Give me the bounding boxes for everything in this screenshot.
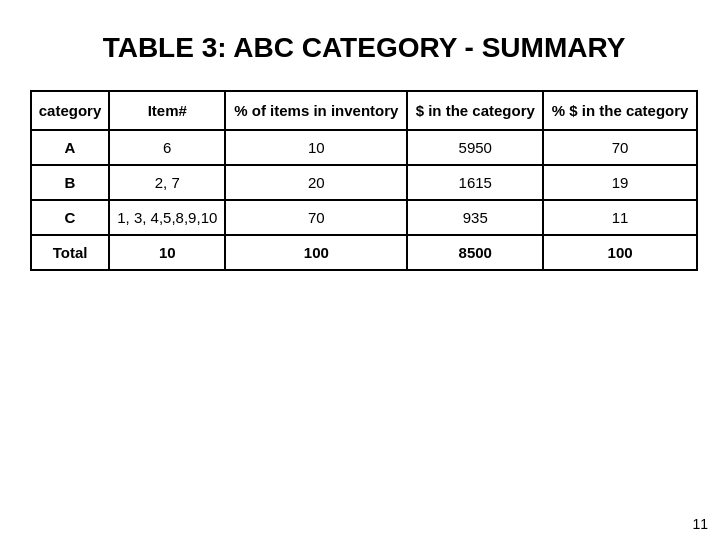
table-header-row: category Item# % of items in inventory $…	[31, 91, 697, 130]
cell-2-1: 1, 3, 4,5,8,9,10	[109, 200, 225, 235]
cell-1-4: 19	[543, 165, 697, 200]
table-row: C1, 3, 4,5,8,9,107093511	[31, 200, 697, 235]
cell-3-1: 10	[109, 235, 225, 270]
abc-category-table: category Item# % of items in inventory $…	[30, 90, 698, 271]
cell-0-1: 6	[109, 130, 225, 165]
header-category: category	[31, 91, 109, 130]
cell-0-0: A	[31, 130, 109, 165]
cell-2-0: C	[31, 200, 109, 235]
page-title: TABLE 3: ABC CATEGORY - SUMMARY	[103, 30, 626, 66]
table-wrapper: category Item# % of items in inventory $…	[30, 90, 698, 271]
cell-2-3: 935	[407, 200, 543, 235]
cell-1-2: 20	[225, 165, 407, 200]
header-pct-dollar: % $ in the category	[543, 91, 697, 130]
cell-3-0: Total	[31, 235, 109, 270]
cell-1-3: 1615	[407, 165, 543, 200]
header-dollar-cat: $ in the category	[407, 91, 543, 130]
cell-0-4: 70	[543, 130, 697, 165]
cell-3-2: 100	[225, 235, 407, 270]
page-number: 11	[692, 516, 708, 532]
table-row: A610595070	[31, 130, 697, 165]
cell-2-4: 11	[543, 200, 697, 235]
table-row: B2, 720161519	[31, 165, 697, 200]
header-item: Item#	[109, 91, 225, 130]
cell-0-2: 10	[225, 130, 407, 165]
cell-2-2: 70	[225, 200, 407, 235]
cell-3-4: 100	[543, 235, 697, 270]
cell-1-0: B	[31, 165, 109, 200]
cell-3-3: 8500	[407, 235, 543, 270]
cell-0-3: 5950	[407, 130, 543, 165]
header-pct-items: % of items in inventory	[225, 91, 407, 130]
table-row: Total101008500100	[31, 235, 697, 270]
cell-1-1: 2, 7	[109, 165, 225, 200]
